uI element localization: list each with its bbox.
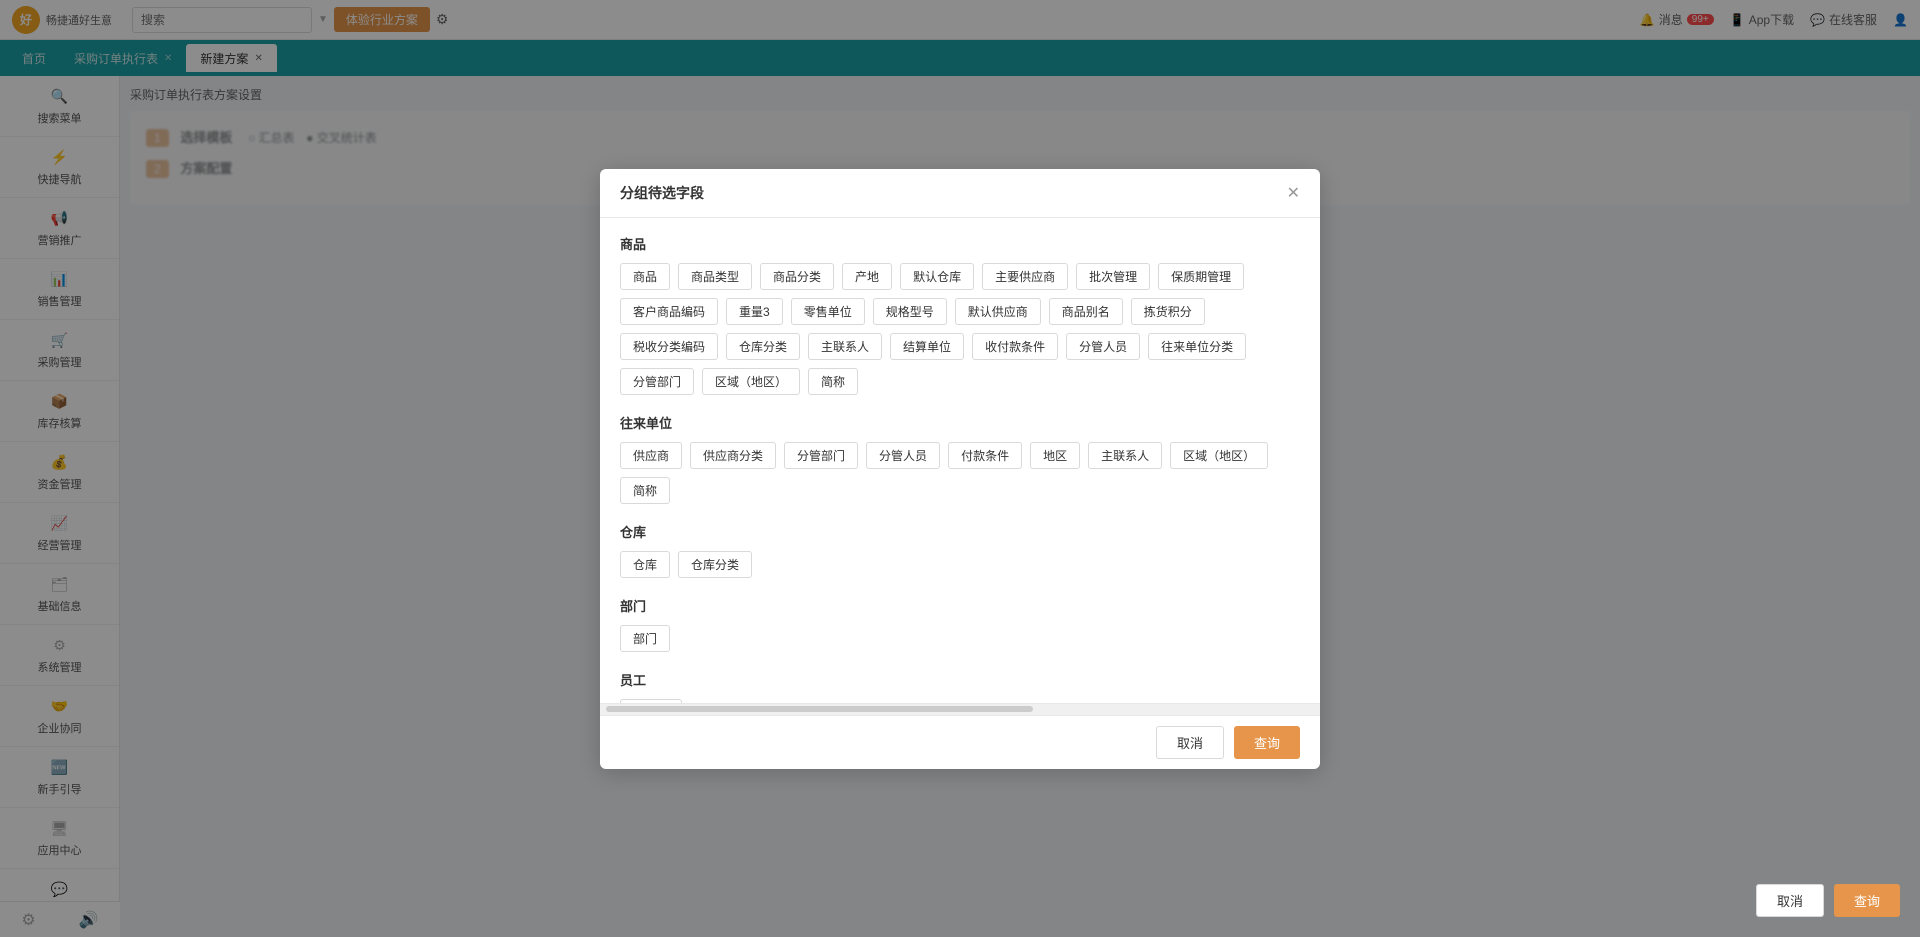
field-tag-product-manager[interactable]: 分管人员 bbox=[1066, 333, 1140, 360]
field-tag-warehouse-category[interactable]: 仓库分类 bbox=[678, 551, 752, 578]
field-tag-product-shelf-life[interactable]: 保质期管理 bbox=[1158, 263, 1244, 290]
field-tag-product-main-contact[interactable]: 主联系人 bbox=[808, 333, 882, 360]
field-tag-partner-manager[interactable]: 分管人员 bbox=[866, 442, 940, 469]
section-partner: 往来单位 供应商 供应商分类 分管部门 分管人员 付款条件 地区 主联系人 区域… bbox=[620, 413, 1300, 504]
field-tag-product-tax-code[interactable]: 税收分类编码 bbox=[620, 333, 718, 360]
section-partner-title: 往来单位 bbox=[620, 413, 1300, 432]
section-dept-tags: 部门 bbox=[620, 625, 1300, 652]
field-tag-partner-dept[interactable]: 分管部门 bbox=[784, 442, 858, 469]
section-warehouse-title: 仓库 bbox=[620, 522, 1300, 541]
field-tag-product-alias[interactable]: 商品别名 bbox=[1049, 298, 1123, 325]
field-tag-product-type[interactable]: 商品类型 bbox=[678, 263, 752, 290]
modal-body: 商品 商品 商品类型 商品分类 产地 默认仓库 主要供应商 批次管理 保质期管理… bbox=[600, 218, 1320, 703]
field-tag-product-warehouse-category[interactable]: 仓库分类 bbox=[726, 333, 800, 360]
field-tag-product-pick-points[interactable]: 拣货积分 bbox=[1131, 298, 1205, 325]
cancel-button[interactable]: 取消 bbox=[1156, 726, 1224, 759]
field-tag-product-customer-code[interactable]: 客户商品编码 bbox=[620, 298, 718, 325]
field-tag-product-origin[interactable]: 产地 bbox=[842, 263, 892, 290]
section-product-title: 商品 bbox=[620, 234, 1300, 253]
section-product-tags: 商品 商品类型 商品分类 产地 默认仓库 主要供应商 批次管理 保质期管理 客户… bbox=[620, 263, 1300, 395]
field-tag-product-region[interactable]: 区域（地区） bbox=[702, 368, 800, 395]
modal-title: 分组待选字段 bbox=[620, 183, 704, 203]
field-tag-dept-dept[interactable]: 部门 bbox=[620, 625, 670, 652]
modal-horizontal-scrollbar[interactable] bbox=[600, 703, 1320, 715]
field-tag-product-default-warehouse[interactable]: 默认仓库 bbox=[900, 263, 974, 290]
section-partner-tags: 供应商 供应商分类 分管部门 分管人员 付款条件 地区 主联系人 区域（地区） … bbox=[620, 442, 1300, 504]
field-tag-partner-area[interactable]: 区域（地区） bbox=[1170, 442, 1268, 469]
modal-field-select: 分组待选字段 ✕ 商品 商品 商品类型 商品分类 产地 默认仓库 主要供应商 批… bbox=[600, 169, 1320, 769]
field-tag-product-settlement-unit[interactable]: 结算单位 bbox=[890, 333, 964, 360]
field-tag-partner-supplier[interactable]: 供应商 bbox=[620, 442, 682, 469]
section-employee-title: 员工 bbox=[620, 670, 1300, 689]
modal-close-btn[interactable]: ✕ bbox=[1287, 183, 1300, 203]
field-tag-partner-region[interactable]: 地区 bbox=[1030, 442, 1080, 469]
field-tag-product-dept[interactable]: 分管部门 bbox=[620, 368, 694, 395]
field-tag-warehouse-warehouse[interactable]: 仓库 bbox=[620, 551, 670, 578]
section-product: 商品 商品 商品类型 商品分类 产地 默认仓库 主要供应商 批次管理 保质期管理… bbox=[620, 234, 1300, 395]
bottom-action-bar: 取消 查询 bbox=[1756, 884, 1900, 917]
field-tag-product-short-name[interactable]: 简称 bbox=[808, 368, 858, 395]
field-tag-product-batch[interactable]: 批次管理 bbox=[1076, 263, 1150, 290]
bottom-confirm-button[interactable]: 查询 bbox=[1834, 884, 1900, 917]
field-tag-product-product[interactable]: 商品 bbox=[620, 263, 670, 290]
section-dept: 部门 部门 bbox=[620, 596, 1300, 652]
modal-footer: 取消 查询 bbox=[600, 715, 1320, 769]
field-tag-partner-short-name[interactable]: 简称 bbox=[620, 477, 670, 504]
field-tag-partner-supplier-category[interactable]: 供应商分类 bbox=[690, 442, 776, 469]
field-tag-product-retail-unit[interactable]: 零售单位 bbox=[791, 298, 865, 325]
field-tag-product-category[interactable]: 商品分类 bbox=[760, 263, 834, 290]
modal-hscroll-thumb[interactable] bbox=[606, 706, 1033, 712]
field-tag-partner-main-contact[interactable]: 主联系人 bbox=[1088, 442, 1162, 469]
confirm-button[interactable]: 查询 bbox=[1234, 726, 1300, 759]
field-tag-product-default-supplier[interactable]: 默认供应商 bbox=[955, 298, 1041, 325]
field-tag-product-main-supplier[interactable]: 主要供应商 bbox=[982, 263, 1068, 290]
section-warehouse-tags: 仓库 仓库分类 bbox=[620, 551, 1300, 578]
modal-header: 分组待选字段 ✕ bbox=[600, 169, 1320, 218]
field-tag-product-spec-model[interactable]: 规格型号 bbox=[873, 298, 947, 325]
bottom-cancel-button[interactable]: 取消 bbox=[1756, 884, 1824, 917]
section-warehouse: 仓库 仓库 仓库分类 bbox=[620, 522, 1300, 578]
field-tag-product-payment-terms[interactable]: 收付款条件 bbox=[972, 333, 1058, 360]
field-tag-product-partner-category[interactable]: 往来单位分类 bbox=[1148, 333, 1246, 360]
field-tag-partner-payment-terms[interactable]: 付款条件 bbox=[948, 442, 1022, 469]
field-tag-product-weight3[interactable]: 重量3 bbox=[726, 298, 783, 325]
section-employee: 员工 业务员 bbox=[620, 670, 1300, 703]
section-dept-title: 部门 bbox=[620, 596, 1300, 615]
modal-overlay: 分组待选字段 ✕ 商品 商品 商品类型 商品分类 产地 默认仓库 主要供应商 批… bbox=[0, 0, 1920, 937]
